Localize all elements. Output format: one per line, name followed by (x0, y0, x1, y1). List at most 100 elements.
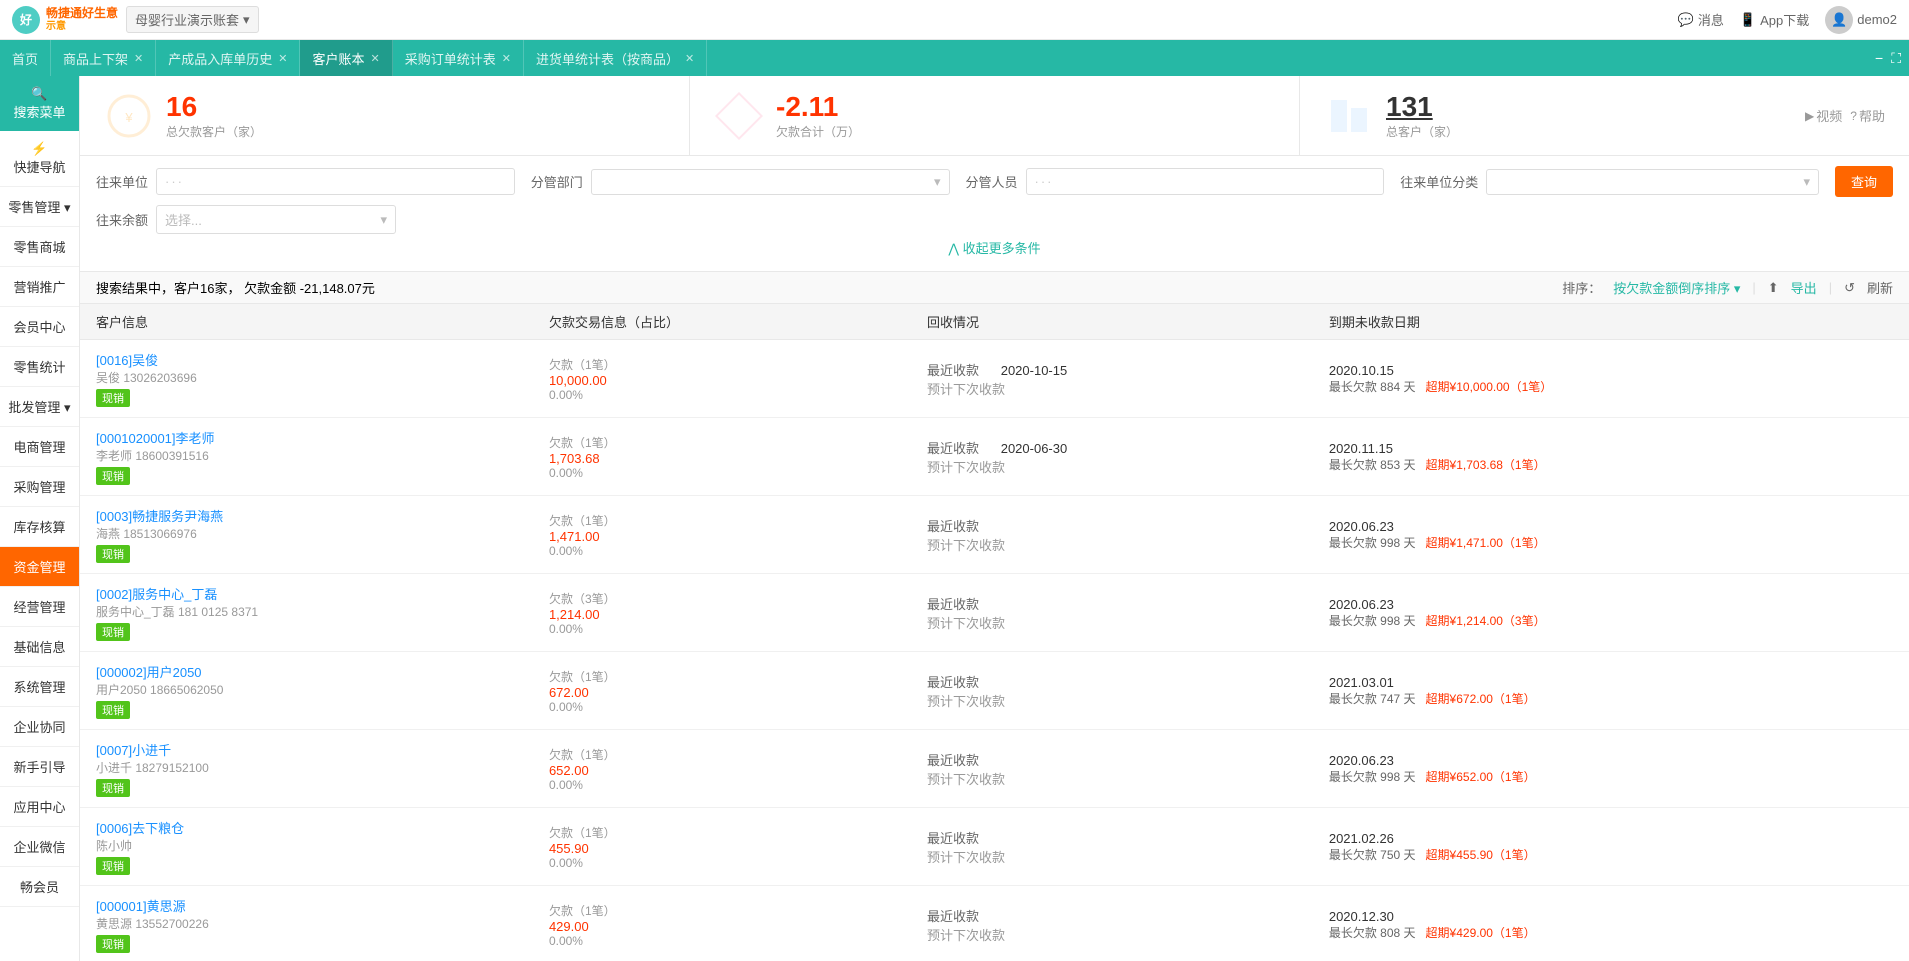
tab-product-off[interactable]: 商品上下架 ✕ (51, 40, 156, 76)
customer-name-link[interactable]: [0001020001]李老师 (96, 431, 215, 446)
topbar: 好 畅捷通好生意 示意 母婴行业演示账套 ▾ 💬 消息 📱 App下载 👤 de… (0, 0, 1909, 40)
close-tab-product-off[interactable]: ✕ (134, 52, 143, 65)
export-btn[interactable]: 导出 (1791, 278, 1817, 297)
sidebar-item-app-center[interactable]: 应用中心 (0, 787, 79, 827)
sidebar-item-retail-stats[interactable]: 零售统计 (0, 347, 79, 387)
debt-desc: 欠款（1笔） (549, 512, 895, 529)
tab-maximize-icon[interactable]: ⛶ (1891, 50, 1901, 67)
due-date: 2020.11.15 (1329, 441, 1893, 456)
avatar: 👤 (1825, 6, 1853, 34)
filter-area: 往来单位 ··· 分管部门 ▾ 分管人员 ··· (80, 156, 1909, 272)
sidebar-search[interactable]: 🔍 搜索菜单 (0, 76, 79, 131)
retail-stats-label: 零售统计 (4, 357, 75, 376)
app-download-btn[interactable]: 📱 App下载 (1740, 10, 1809, 29)
sidebar-item-operations[interactable]: 经营管理 (0, 587, 79, 627)
sidebar-item-batch-mgmt[interactable]: 批发管理 ▾ (0, 387, 79, 427)
customer-tag: 现销 (96, 701, 130, 719)
sidebar-item-purchase-mgmt[interactable]: 采购管理 (0, 467, 79, 507)
balance-select[interactable]: 选择... ▾ (156, 205, 396, 234)
debt-desc: 欠款（1笔） (549, 824, 895, 841)
customer-phone: 海燕 18513066976 (96, 525, 517, 542)
next-payment-label: 预计下次收款 (927, 457, 1297, 476)
sidebar-item-finance[interactable]: 资金管理 (0, 547, 79, 587)
close-tab-product-history[interactable]: ✕ (278, 52, 287, 65)
from-unit-input[interactable]: ··· (156, 168, 515, 195)
overdue-amount-link[interactable]: 超期¥672.00（1笔） (1426, 692, 1536, 706)
customer-name-link[interactable]: [000002]用户2050 (96, 665, 202, 680)
operations-label: 经营管理 (4, 597, 75, 616)
sidebar-item-retail-shop[interactable]: 零售商城 (0, 227, 79, 267)
sidebar-item-new-guide[interactable]: 新手引导 (0, 747, 79, 787)
sidebar-item-sys-mgmt[interactable]: 系统管理 (0, 667, 79, 707)
debt-ratio: 0.00% (549, 388, 895, 402)
debt-info-cell: 欠款（1笔） 1,471.00 0.00% (533, 496, 911, 574)
video-btn[interactable]: ▶ 视频 (1805, 106, 1842, 125)
sort-btn[interactable]: 按欠款金额倒序排序 ▾ (1613, 278, 1740, 297)
sidebar-item-ecommerce[interactable]: 电商管理 (0, 427, 79, 467)
customer-name-link[interactable]: [0007]小进千 (96, 743, 171, 758)
overdue-amount-link[interactable]: 超期¥1,471.00（1笔） (1426, 536, 1546, 550)
unit-category-select[interactable]: ▾ (1486, 169, 1819, 195)
close-tab-customer-account[interactable]: ✕ (371, 52, 380, 65)
overdue-amount-link[interactable]: 超期¥429.00（1笔） (1426, 926, 1536, 940)
tab-purchase-order[interactable]: 采购订单统计表 ✕ (393, 40, 524, 76)
enterprise-wx-label: 企业微信 (4, 837, 75, 856)
tab-home[interactable]: 首页 (0, 40, 51, 76)
col-due-date: 到期未收款日期 (1313, 304, 1909, 340)
sidebar-item-enterprise[interactable]: 企业协同 (0, 707, 79, 747)
sidebar-item-member-center[interactable]: 会员中心 (0, 307, 79, 347)
customer-info-cell: [0003]畅捷服务尹海燕 海燕 18513066976 现销 (80, 496, 533, 574)
stat-debt-amount-text: -2.11 欠款合计（万） (776, 91, 860, 140)
customer-name-link[interactable]: [0016]吴俊 (96, 353, 158, 368)
user-area[interactable]: 👤 demo2 (1825, 6, 1897, 34)
tabbar: 首页 商品上下架 ✕ 产成品入库单历史 ✕ 客户账本 ✕ 采购订单统计表 ✕ 进… (0, 40, 1909, 76)
collapse-bar[interactable]: ⋀ 收起更多条件 (96, 234, 1893, 261)
customer-info-cell: [0016]吴俊 吴俊 13026203696 现销 (80, 340, 533, 418)
customer-name-link[interactable]: [0003]畅捷服务尹海燕 (96, 509, 223, 524)
sidebar-item-enterprise-wx[interactable]: 企业微信 (0, 827, 79, 867)
tab-minimize-icon[interactable]: − (1875, 50, 1883, 66)
sort-label: 排序： (1562, 278, 1601, 297)
overdue-amount-link[interactable]: 超期¥455.90（1笔） (1426, 848, 1536, 862)
search-button[interactable]: 查询 (1835, 166, 1893, 197)
customer-name-link[interactable]: [0002]服务中心_丁磊 (96, 587, 217, 602)
customer-name-link[interactable]: [0006]去下粮仓 (96, 821, 184, 836)
sidebar-item-retail-mgmt[interactable]: 零售管理 ▾ (0, 187, 79, 227)
recovery-cell: 最近收款 预计下次收款 (911, 730, 1313, 808)
tab-customer-account[interactable]: 客户账本 ✕ (300, 40, 392, 76)
company-select[interactable]: 母婴行业演示账套 ▾ (126, 6, 259, 33)
recovery-cell: 最近收款 预计下次收款 (911, 574, 1313, 652)
sidebar-item-basic-info[interactable]: 基础信息 (0, 627, 79, 667)
ecommerce-label: 电商管理 (4, 437, 75, 456)
tab-product-history[interactable]: 产成品入库单历史 ✕ (156, 40, 300, 76)
customer-tag: 现销 (96, 935, 130, 953)
logo-area: 好 畅捷通好生意 示意 (12, 6, 118, 34)
overdue-amount-link[interactable]: 超期¥1,703.68（1笔） (1426, 458, 1546, 472)
customer-tag: 现销 (96, 389, 130, 407)
sidebar-item-member-vip[interactable]: 畅会员 (0, 867, 79, 907)
overdue-info: 最长欠款 884 天 超期¥10,000.00（1笔） (1329, 378, 1893, 395)
close-tab-purchase-stats[interactable]: ✕ (685, 52, 694, 65)
sidebar-item-marketing[interactable]: 营销推广 (0, 267, 79, 307)
overdue-amount-link[interactable]: 超期¥1,214.00（3笔） (1426, 614, 1546, 628)
table-row: [0001020001]李老师 李老师 18600391516 现销 欠款（1笔… (80, 418, 1909, 496)
message-btn[interactable]: 💬 消息 (1678, 10, 1724, 29)
overdue-info: 最长欠款 808 天 超期¥429.00（1笔） (1329, 924, 1893, 941)
overdue-amount-link[interactable]: 超期¥10,000.00（1笔） (1426, 380, 1553, 394)
customer-name-link[interactable]: [000001]黄思源 (96, 899, 186, 914)
overdue-amount-link[interactable]: 超期¥652.00（1笔） (1426, 770, 1536, 784)
dept-label: 分管部门 (531, 172, 583, 191)
help-btn[interactable]: ? 帮助 (1850, 106, 1885, 125)
tab-purchase-stats[interactable]: 进货单统计表（按商品） ✕ (524, 40, 707, 76)
debt-ratio: 0.00% (549, 544, 895, 558)
sidebar-item-warehouse[interactable]: 库存核算 (0, 507, 79, 547)
sidebar-item-quick-nav[interactable]: ⚡ 快捷导航 (0, 131, 79, 187)
person-input[interactable]: ··· (1026, 168, 1385, 195)
collapse-text: 收起更多条件 (963, 241, 1041, 256)
search-icon: 🔍 (4, 86, 75, 102)
due-date-cell: 2020.06.23 最长欠款 998 天 超期¥1,471.00（1笔） (1313, 496, 1909, 574)
dept-select[interactable]: ▾ (591, 169, 950, 195)
refresh-btn[interactable]: 刷新 (1867, 278, 1893, 297)
due-date: 2021.03.01 (1329, 675, 1893, 690)
close-tab-purchase-order[interactable]: ✕ (502, 52, 511, 65)
